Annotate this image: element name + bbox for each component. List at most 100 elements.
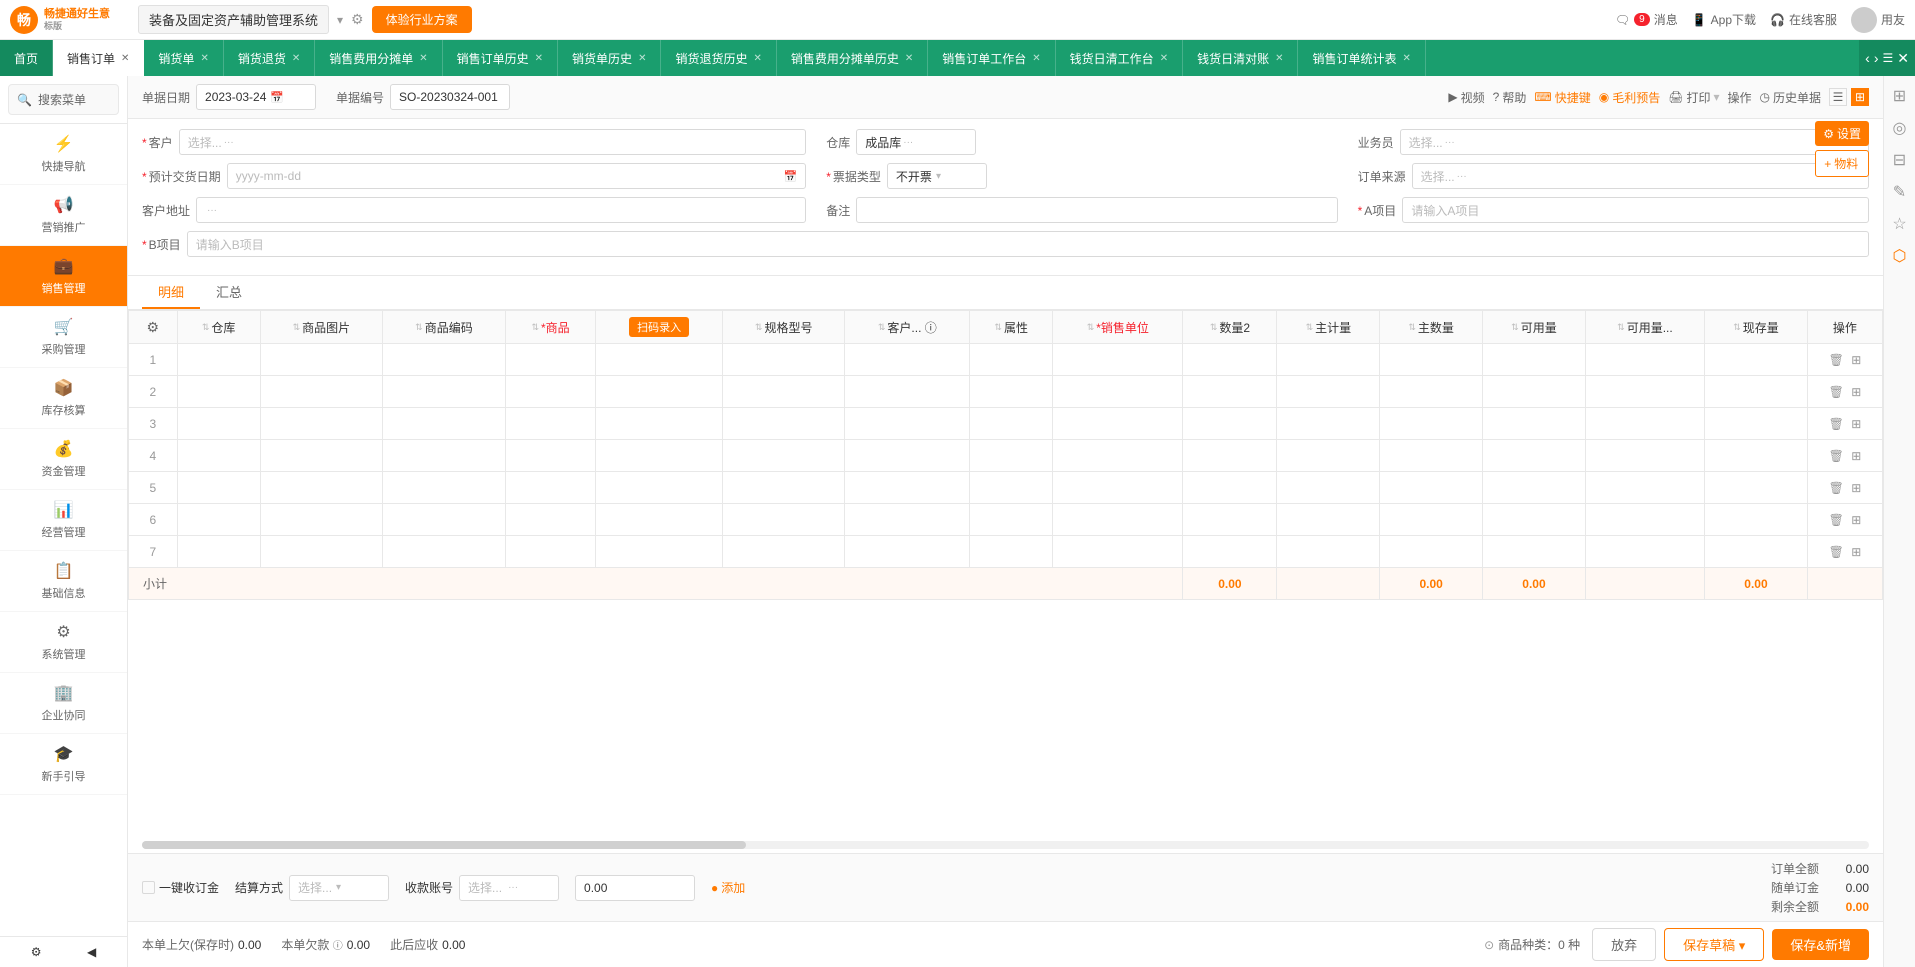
- address-input[interactable]: ···: [196, 197, 806, 223]
- row-copy-icon[interactable]: ⊞: [1851, 449, 1861, 463]
- customer-input[interactable]: 选择... ···: [179, 129, 807, 155]
- th-current[interactable]: ⇅现存量: [1705, 311, 1808, 344]
- th-customer-code[interactable]: ⇅客户... ⓘ: [845, 311, 970, 344]
- sidebar-item-system[interactable]: ⚙ 系统管理: [0, 612, 127, 673]
- delivery-date-input[interactable]: yyyy-mm-dd 📅: [227, 163, 807, 189]
- row-copy-icon[interactable]: ⊞: [1851, 353, 1861, 367]
- sidebar-item-basic[interactable]: 📋 基础信息: [0, 551, 127, 612]
- sidebar-item-finance[interactable]: 💰 资金管理: [0, 429, 127, 490]
- app-download-btn[interactable]: 📱 App下载: [1692, 11, 1756, 28]
- warehouse-input[interactable]: 成品库 ···: [856, 129, 976, 155]
- rp-btn-4[interactable]: ✎: [1888, 180, 1912, 204]
- th-image[interactable]: ⇅商品图片: [260, 311, 383, 344]
- tab-order-history[interactable]: 销售订单历史 ✕: [443, 40, 558, 76]
- save-draft-btn[interactable]: 保存草稿 ▾: [1664, 928, 1764, 961]
- add-btn[interactable]: ● 添加: [711, 879, 745, 896]
- view-btn[interactable]: ▶ 视频: [1448, 88, 1484, 106]
- row-delete-icon[interactable]: 🗑: [1829, 353, 1844, 367]
- tab-expense-history[interactable]: 销售费用分摊单历史 ✕: [777, 40, 928, 76]
- tab-prev-icon[interactable]: ‹: [1865, 50, 1870, 66]
- sidebar-item-inventory[interactable]: 📦 库存核算: [0, 368, 127, 429]
- tab-close-icon[interactable]: ✕: [200, 53, 208, 64]
- tab-close-icon[interactable]: ✕: [1160, 53, 1168, 64]
- industry-btn[interactable]: 体验行业方案: [372, 6, 472, 33]
- tab-close-icon[interactable]: ✕: [905, 53, 913, 64]
- th-main-unit[interactable]: ⇅主计量: [1277, 311, 1380, 344]
- account-select[interactable]: 选择... ···: [459, 875, 559, 901]
- scan-btn[interactable]: 扫码录入: [629, 317, 689, 337]
- row-delete-icon[interactable]: 🗑: [1829, 385, 1844, 399]
- dropdown-arrow-icon[interactable]: ▾: [337, 13, 343, 27]
- settings-icon[interactable]: ⚙: [351, 11, 364, 28]
- tab-daily-workbench[interactable]: 钱货日清工作台 ✕: [1056, 40, 1183, 76]
- th-avail[interactable]: ⇅可用量: [1483, 311, 1586, 344]
- th-code[interactable]: ⇅商品编码: [383, 311, 506, 344]
- discard-btn[interactable]: 放弃: [1592, 928, 1656, 961]
- b-project-input[interactable]: 请输入B项目: [187, 231, 1869, 257]
- message-btn[interactable]: 🗨 9 消息: [1615, 11, 1678, 28]
- help-btn[interactable]: ? 帮助: [1493, 88, 1527, 106]
- view-grid-icon[interactable]: ⊞: [1851, 88, 1869, 106]
- th-scan[interactable]: 扫码录入: [596, 311, 723, 344]
- a-project-input[interactable]: 请输入A项目: [1402, 197, 1869, 223]
- tab-home[interactable]: 首页: [0, 40, 53, 76]
- tab-close-icon[interactable]: ✕: [1403, 53, 1411, 64]
- collapse-sidebar-icon[interactable]: ◀: [87, 945, 96, 959]
- th-spec[interactable]: ⇅规格型号: [722, 311, 845, 344]
- sidebar-item-sales[interactable]: 💼 销售管理: [0, 246, 127, 307]
- th-qty2[interactable]: ⇅数量2: [1183, 311, 1277, 344]
- row-copy-icon[interactable]: ⊞: [1851, 545, 1861, 559]
- row-copy-icon[interactable]: ⊞: [1851, 481, 1861, 495]
- order-source-input[interactable]: 选择... ···: [1412, 163, 1869, 189]
- sidebar-item-operations[interactable]: 📊 经营管理: [0, 490, 127, 551]
- row-delete-icon[interactable]: 🗑: [1829, 481, 1844, 495]
- tab-sales-return[interactable]: 销货退货 ✕: [224, 40, 315, 76]
- add-material-btn[interactable]: + 物料: [1815, 150, 1869, 177]
- tab-menu-icon[interactable]: ☰: [1883, 51, 1894, 65]
- user-menu[interactable]: 用友: [1851, 7, 1905, 33]
- search-menu-btn[interactable]: 🔍 搜索菜单: [8, 84, 119, 115]
- tab-sales-expense[interactable]: 销售费用分摊单 ✕: [315, 40, 442, 76]
- shortcut-btn[interactable]: ⌨ 快捷键: [1534, 88, 1590, 106]
- th-unit[interactable]: ⇅*销售单位: [1053, 311, 1183, 344]
- quick-order-checkbox[interactable]: 一键收订金: [142, 879, 219, 896]
- rp-btn-2[interactable]: ◎: [1888, 116, 1912, 140]
- tab-next-icon[interactable]: ›: [1874, 50, 1879, 66]
- amount-input[interactable]: 0.00: [575, 875, 695, 901]
- tab-sales-shipment[interactable]: 销货单 ✕: [144, 40, 223, 76]
- profit-btn[interactable]: ◉ 毛利预告: [1599, 88, 1661, 106]
- rp-btn-3[interactable]: ⊟: [1888, 148, 1912, 172]
- tab-close-icon[interactable]: ✕: [121, 53, 129, 64]
- rp-btn-6[interactable]: ⬡: [1888, 244, 1912, 268]
- tab-shipment-history[interactable]: 销货单历史 ✕: [558, 40, 661, 76]
- date-input[interactable]: 2023-03-24 📅: [196, 84, 316, 110]
- settings-bottom-icon[interactable]: ⚙: [31, 945, 42, 959]
- tab-close-icon[interactable]: ✕: [535, 53, 543, 64]
- row-delete-icon[interactable]: 🗑: [1829, 513, 1844, 527]
- code-input[interactable]: SO-20230324-001: [390, 84, 510, 110]
- tab-close-icon[interactable]: ✕: [1032, 53, 1040, 64]
- sidebar-item-purchase[interactable]: 🛒 采购管理: [0, 307, 127, 368]
- operate-btn[interactable]: 操作: [1727, 88, 1751, 106]
- tab-return-history[interactable]: 销货退货历史 ✕: [661, 40, 776, 76]
- tab-sales-order[interactable]: 销售订单 ✕: [53, 40, 144, 76]
- sidebar-item-guide[interactable]: 🎓 新手引导: [0, 734, 127, 795]
- settings-btn[interactable]: ⚙ 设置: [1815, 121, 1869, 146]
- payment-select[interactable]: 选择... ▾: [289, 875, 389, 901]
- tab-close-icon[interactable]: ✕: [638, 53, 646, 64]
- salesperson-input[interactable]: 选择... ···: [1400, 129, 1869, 155]
- online-service-btn[interactable]: 🎧 在线客服: [1770, 11, 1837, 28]
- remarks-input[interactable]: [856, 197, 1337, 223]
- system-name[interactable]: 装备及固定资产辅助管理系统: [138, 5, 329, 34]
- invoice-type-select[interactable]: 不开票 ▾: [887, 163, 987, 189]
- row-copy-icon[interactable]: ⊞: [1851, 513, 1861, 527]
- view-list-icon[interactable]: ☰: [1829, 88, 1847, 106]
- sidebar-item-marketing[interactable]: 📢 营销推广: [0, 185, 127, 246]
- save-new-btn[interactable]: 保存&新增: [1772, 929, 1869, 960]
- tab-order-stats[interactable]: 销售订单统计表 ✕: [1298, 40, 1425, 76]
- tab-daily-reconcile[interactable]: 钱货日清对账 ✕: [1183, 40, 1298, 76]
- th-attr[interactable]: ⇅属性: [970, 311, 1053, 344]
- tab-order-workbench[interactable]: 销售订单工作台 ✕: [928, 40, 1055, 76]
- th-product[interactable]: ⇅*商品: [505, 311, 596, 344]
- horizontal-scrollbar[interactable]: [142, 841, 1869, 849]
